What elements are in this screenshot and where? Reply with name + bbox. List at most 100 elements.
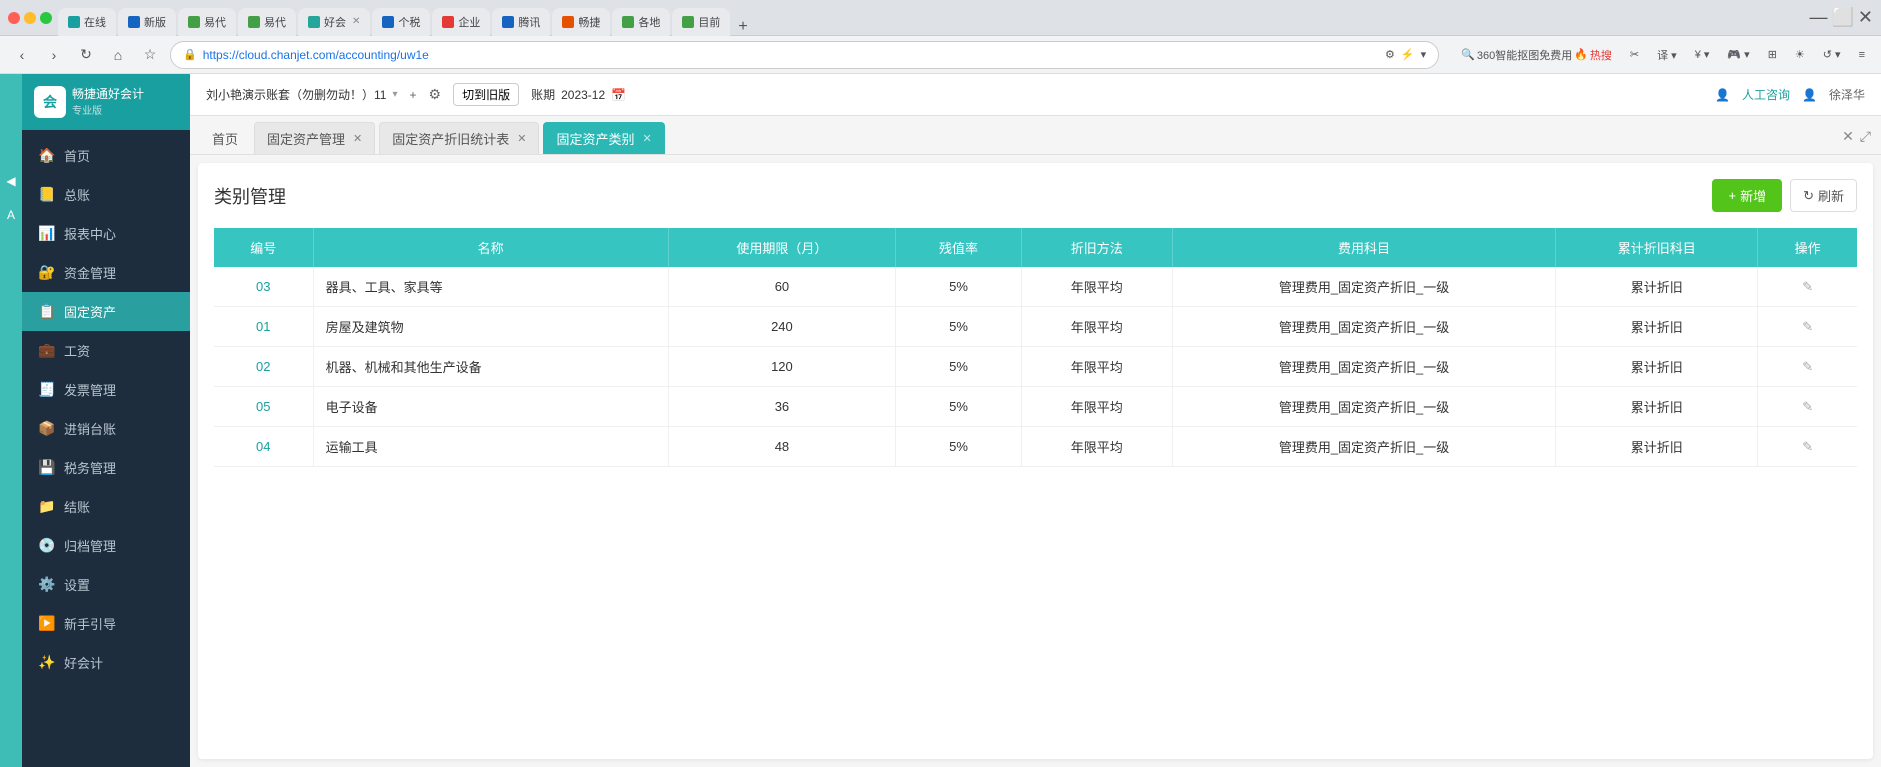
- sidebar-item-tax[interactable]: 💾 税务管理: [22, 448, 190, 487]
- browser-tab-label-t1: 在线: [84, 14, 106, 30]
- history-button[interactable]: ↺ ▾: [1817, 46, 1847, 63]
- browser-tab-t10[interactable]: 各地: [612, 8, 670, 36]
- tab-category-label: 固定资产类别: [556, 129, 634, 148]
- tab-fixed-mgmt[interactable]: 固定资产管理 ✕: [254, 122, 375, 154]
- cell-residual: 5%: [896, 347, 1022, 387]
- refresh-button[interactable]: ↻ 刷新: [1790, 179, 1857, 212]
- scissors-button[interactable]: ✂: [1624, 46, 1645, 63]
- brightness-button[interactable]: ☀: [1789, 46, 1811, 63]
- close-all-tabs-button[interactable]: ✕: [1842, 128, 1854, 145]
- sidebar-item-settings[interactable]: ⚙️ 设置: [22, 565, 190, 604]
- tab-depreciation[interactable]: 固定资产折旧统计表 ✕: [379, 122, 539, 154]
- menu-button[interactable]: ≡: [1853, 47, 1871, 63]
- sidebar-item-more[interactable]: ✨ 好会计: [22, 643, 190, 682]
- cell-method: 年限平均: [1021, 267, 1172, 307]
- address-bar[interactable]: 🔒 https://cloud.chanjet.com/accounting/u…: [170, 41, 1439, 69]
- browser-tab-t7[interactable]: 企业: [432, 8, 490, 36]
- close-tab-category-icon[interactable]: ✕: [643, 132, 652, 145]
- forward-button[interactable]: ›: [42, 43, 66, 67]
- sidebar-item-reports[interactable]: 📊 报表中心: [22, 214, 190, 253]
- new-tab-button[interactable]: +: [732, 18, 753, 36]
- browser-tab-t11[interactable]: 目前: [672, 8, 730, 36]
- tab-home[interactable]: 首页: [200, 123, 250, 154]
- tab-category[interactable]: 固定资产类别 ✕: [543, 122, 664, 154]
- sidebar-item-home[interactable]: 🏠 首页: [22, 136, 190, 175]
- browser-tab-t1[interactable]: 在线: [58, 8, 116, 36]
- browser-tab-t9[interactable]: 畅捷: [552, 8, 610, 36]
- currency-button[interactable]: ¥ ▾: [1689, 46, 1716, 63]
- sidebar-item-payroll[interactable]: 💼 工资: [22, 331, 190, 370]
- sidebar-item-funds-label: 资金管理: [64, 263, 116, 282]
- edit-icon[interactable]: ✎: [1802, 399, 1813, 414]
- app-layout: ◀ A 会 畅捷通好会计 专业版 🏠 首页 📒 总账 📊 报表中心: [0, 74, 1881, 767]
- edit-icon[interactable]: ✎: [1802, 279, 1813, 294]
- browser-tab-t5[interactable]: 好会 ✕: [298, 8, 370, 36]
- sidebar-item-invoice[interactable]: 🧾 发票管理: [22, 370, 190, 409]
- sidebar-item-close[interactable]: 📁 结账: [22, 487, 190, 526]
- minimize-button[interactable]: —: [1809, 7, 1827, 28]
- cell-accumulated: 累计折旧: [1556, 307, 1758, 347]
- browser-tab-t2[interactable]: 新版: [118, 8, 176, 36]
- settings-icon-btn[interactable]: ⚙: [429, 86, 442, 103]
- sidebar-item-guide[interactable]: ▶️ 新手引导: [22, 604, 190, 643]
- sidebar-item-ledger[interactable]: 📒 总账: [22, 175, 190, 214]
- col-period: 使用期限（月）: [668, 228, 896, 267]
- guide-icon: ▶️: [38, 615, 56, 632]
- cell-action[interactable]: ✎: [1758, 307, 1857, 347]
- consult-label[interactable]: 人工咨询: [1742, 86, 1790, 103]
- table-row: 05 电子设备 36 5% 年限平均 管理费用_固定资产折旧_一级 累计折旧 ✎: [214, 387, 1857, 427]
- close-window-button[interactable]: [8, 12, 20, 24]
- sidebar-item-fixed[interactable]: 📋 固定资产: [22, 292, 190, 331]
- strip-icon-2[interactable]: A: [7, 208, 15, 222]
- browser-tab-t3[interactable]: 易代: [178, 8, 236, 36]
- dropdown-icon: ▾: [1421, 48, 1427, 61]
- edit-icon[interactable]: ✎: [1802, 359, 1813, 374]
- user-name: 刘小艳演示账套（勿删勿动！）11: [206, 86, 386, 103]
- close-tab-depreciation-icon[interactable]: ✕: [517, 132, 526, 145]
- cell-action[interactable]: ✎: [1758, 427, 1857, 467]
- close-tab-t5-icon[interactable]: ✕: [352, 16, 360, 27]
- cell-action[interactable]: ✎: [1758, 347, 1857, 387]
- back-button[interactable]: ‹: [10, 43, 34, 67]
- sidebar-item-payroll-label: 工资: [64, 341, 90, 360]
- stock-icon: 📦: [38, 420, 56, 437]
- close-app-button[interactable]: ✕: [1858, 7, 1873, 28]
- browser-tab-t6[interactable]: 个税: [372, 8, 430, 36]
- sidebar: 会 畅捷通好会计 专业版 🏠 首页 📒 总账 📊 报表中心 🔐 资金管理: [22, 74, 190, 767]
- edit-icon[interactable]: ✎: [1802, 319, 1813, 334]
- strip-icon-1[interactable]: ◀: [6, 174, 15, 188]
- home-button[interactable]: ⌂: [106, 43, 130, 67]
- restore-button[interactable]: ⬜: [1831, 7, 1853, 28]
- translate-button[interactable]: 译 ▾: [1651, 45, 1683, 65]
- star-button[interactable]: ☆: [138, 43, 162, 67]
- switch-version-button[interactable]: 切到旧版: [453, 83, 519, 106]
- grid-button[interactable]: ⊞: [1762, 46, 1783, 63]
- expand-button[interactable]: ⤢: [1860, 128, 1871, 145]
- sidebar-item-funds[interactable]: 🔐 资金管理: [22, 253, 190, 292]
- cell-period: 48: [668, 427, 896, 467]
- add-button[interactable]: + 新增: [1712, 179, 1782, 212]
- browser-chrome: 在线 新版 易代 易代 好会 ✕ 个税 企业 腾讯: [0, 0, 1881, 36]
- browser-tab-t4[interactable]: 易代: [238, 8, 296, 36]
- minimize-window-button[interactable]: [24, 12, 36, 24]
- cell-name: 房屋及建筑物: [313, 307, 668, 347]
- sidebar-item-stock[interactable]: 📦 进销台账: [22, 409, 190, 448]
- browser-tab-label-t9: 畅捷: [578, 14, 600, 30]
- browser-tab-label-t6: 个税: [398, 14, 420, 30]
- game-button[interactable]: 🎮 ▾: [1721, 46, 1755, 63]
- reload-button[interactable]: ↻: [74, 43, 98, 67]
- table-header: 编号 名称 使用期限（月） 残值率 折旧方法 费用科目 累计折旧科目 操作: [214, 228, 1857, 267]
- cell-expense: 管理费用_固定资产折旧_一级: [1172, 267, 1555, 307]
- sidebar-item-archive[interactable]: 💿 归档管理: [22, 526, 190, 565]
- calendar-icon[interactable]: 📅: [611, 88, 626, 102]
- close-tab-fixed-mgmt-icon[interactable]: ✕: [353, 132, 362, 145]
- browser-tab-t8[interactable]: 腾讯: [492, 8, 550, 36]
- col-name: 名称: [313, 228, 668, 267]
- add-account-button[interactable]: +: [410, 88, 417, 102]
- edit-icon[interactable]: ✎: [1802, 439, 1813, 454]
- refresh-icon: ↻: [1803, 188, 1814, 204]
- maximize-window-button[interactable]: [40, 12, 52, 24]
- cell-action[interactable]: ✎: [1758, 267, 1857, 307]
- cell-action[interactable]: ✎: [1758, 387, 1857, 427]
- search-bar[interactable]: 🔍 360智能抠图免费用 🔥 热搜: [1455, 45, 1618, 65]
